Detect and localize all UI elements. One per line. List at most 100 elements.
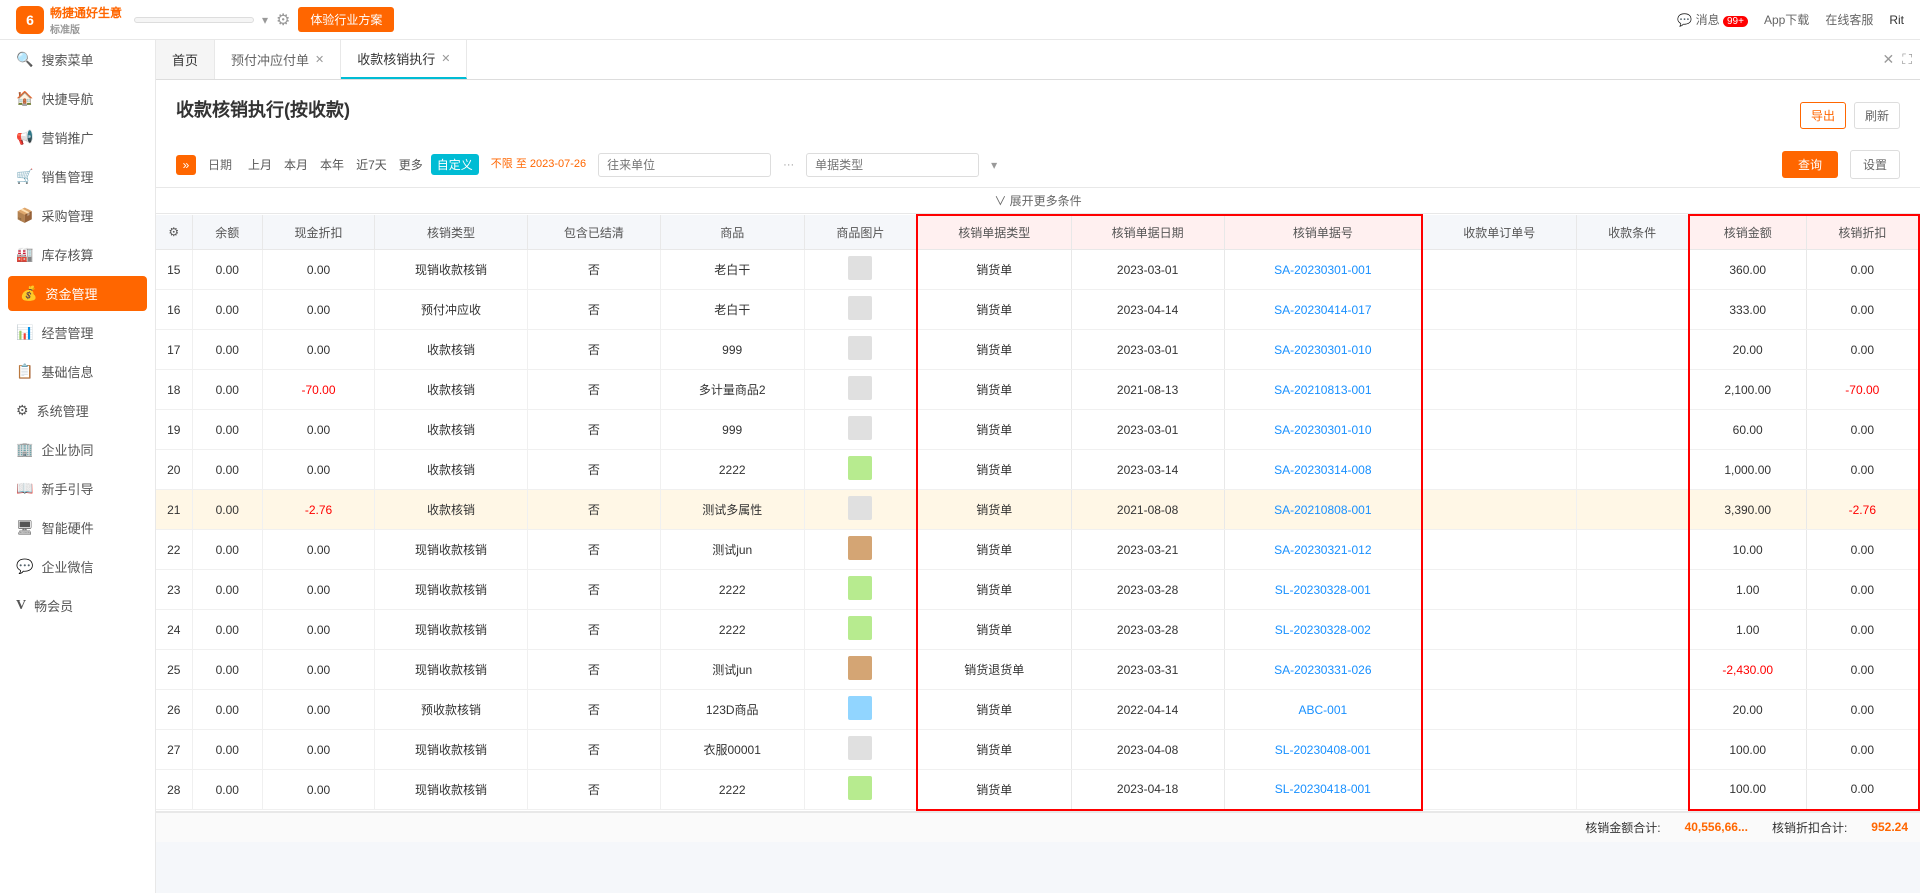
date-btn-more[interactable]: 更多	[395, 154, 427, 175]
tab-collection[interactable]: 收款核销执行 ✕	[341, 40, 467, 79]
cell-voucher-bill-no[interactable]: SL-20230418-001	[1224, 770, 1422, 810]
tab-collection-close[interactable]: ✕	[441, 52, 450, 65]
cell-voucher-bill-type: 销货单	[917, 570, 1071, 610]
cell-voucher-bill-no[interactable]: SA-20230331-026	[1224, 650, 1422, 690]
th-receipt-order-no: 收款单订单号	[1422, 215, 1576, 250]
voucher-bill-link[interactable]: SA-20230314-008	[1274, 463, 1371, 477]
sidebar-item-sales[interactable]: 🛒 销售管理	[0, 157, 155, 196]
dropdown-icon[interactable]: ▾	[262, 13, 268, 27]
sidebar-item-quick-nav[interactable]: 🏠 快捷导航	[0, 79, 155, 118]
cell-include-settled: 否	[528, 290, 661, 330]
tab-prepay-close[interactable]: ✕	[315, 53, 324, 66]
cell-verify-discount: 0.00	[1806, 410, 1919, 450]
sidebar-item-inventory[interactable]: 🏭 库存核算	[0, 235, 155, 274]
cell-voucher-bill-no[interactable]: SL-20230328-002	[1224, 610, 1422, 650]
message-area[interactable]: 💬 消息 99+	[1677, 11, 1748, 28]
date-btn-this-year[interactable]: 本年	[316, 154, 348, 175]
date-btn-custom[interactable]: 自定义	[431, 154, 479, 175]
voucher-bill-link[interactable]: ABC-001	[1298, 703, 1347, 717]
voucher-type-input[interactable]	[806, 153, 979, 177]
cell-voucher-bill-no[interactable]: SL-20230328-001	[1224, 570, 1422, 610]
sidebar-item-search[interactable]: 🔍 搜索菜单	[0, 40, 155, 79]
sidebar-item-guide[interactable]: 📖 新手引导	[0, 469, 155, 508]
cell-voucher-bill-no[interactable]: SA-20230321-012	[1224, 530, 1422, 570]
cell-voucher-bill-no[interactable]: ABC-001	[1224, 690, 1422, 730]
filter-more-dots: ···	[783, 159, 794, 171]
query-button[interactable]: 查询	[1782, 151, 1838, 178]
cell-voucher-bill-no[interactable]: SA-20230414-017	[1224, 290, 1422, 330]
partner-input[interactable]	[598, 153, 771, 177]
basic-info-icon: 📋	[16, 363, 33, 380]
tab-prepay[interactable]: 预付冲应付单 ✕	[215, 40, 341, 79]
logo-icon: 6	[16, 6, 44, 34]
cell-voucher-bill-no[interactable]: SA-20210813-001	[1224, 370, 1422, 410]
voucher-type-dropdown[interactable]: ▾	[991, 158, 997, 172]
sidebar-item-finance[interactable]: 💰 资金管理	[8, 276, 147, 311]
column-settings-icon[interactable]: ⚙	[168, 225, 179, 239]
cell-voucher-bill-type: 销货单	[917, 610, 1071, 650]
export-button[interactable]: 导出	[1800, 102, 1846, 129]
voucher-bill-link[interactable]: SL-20230328-002	[1275, 623, 1371, 637]
voucher-bill-link[interactable]: SA-20230331-026	[1274, 663, 1371, 677]
sidebar-item-smart-hw[interactable]: 🖥 智能硬件	[0, 508, 155, 547]
tab-bar-right: ✕ ⛶	[1874, 40, 1920, 79]
voucher-bill-link[interactable]: SA-20230414-017	[1274, 303, 1371, 317]
sidebar-item-purchase[interactable]: 📦 采购管理	[0, 196, 155, 235]
cell-voucher-bill-type: 销货单	[917, 290, 1071, 330]
voucher-bill-link[interactable]: SA-20230301-010	[1274, 343, 1371, 357]
th-balance: 余额	[192, 215, 263, 250]
cell-voucher-bill-date: 2023-04-08	[1071, 730, 1224, 770]
refresh-button[interactable]: 刷新	[1854, 102, 1900, 129]
voucher-bill-link[interactable]: SA-20230301-001	[1274, 263, 1371, 277]
cell-voucher-bill-no[interactable]: SA-20210808-001	[1224, 490, 1422, 530]
total-verify-amount: 40,556,66...	[1685, 820, 1748, 834]
expand-more-bar[interactable]: ∨ 展开更多条件	[156, 188, 1920, 214]
table-row: 28 0.00 0.00 现销收款核销 否 2222 销货单 2023-04-1…	[156, 770, 1919, 810]
sidebar-item-basic-info[interactable]: 📋 基础信息	[0, 352, 155, 391]
sidebar-item-member[interactable]: V 畅会员	[0, 586, 155, 625]
cell-voucher-bill-no[interactable]: SA-20230314-008	[1224, 450, 1422, 490]
cell-verify-discount: 0.00	[1806, 330, 1919, 370]
filter-settings-button[interactable]: 设置	[1850, 150, 1900, 179]
date-btn-this-month[interactable]: 本月	[280, 154, 312, 175]
voucher-bill-link[interactable]: SL-20230328-001	[1275, 583, 1371, 597]
online-service[interactable]: 在线客服	[1825, 11, 1873, 28]
app-download[interactable]: App下载	[1764, 11, 1809, 28]
voucher-bill-link[interactable]: SA-20210813-001	[1274, 383, 1371, 397]
tab-close-window-btn[interactable]: ✕	[1882, 51, 1894, 68]
date-btn-last-7days[interactable]: 近7天	[352, 154, 391, 175]
voucher-bill-link[interactable]: SL-20230408-001	[1275, 743, 1371, 757]
page-title: 收款核销执行(按收款)	[176, 96, 350, 122]
sidebar-item-marketing[interactable]: 📢 营销推广	[0, 118, 155, 157]
sidebar-item-operations[interactable]: 📊 经营管理	[0, 313, 155, 352]
tab-collection-label: 收款核销执行	[357, 49, 435, 68]
voucher-bill-link[interactable]: SA-20230321-012	[1274, 543, 1371, 557]
trial-button[interactable]: 体验行业方案	[298, 7, 394, 32]
settings-icon[interactable]: ⚙	[276, 10, 290, 30]
cell-verify-type: 收款核销	[374, 450, 527, 490]
voucher-bill-link[interactable]: SA-20230301-010	[1274, 423, 1371, 437]
cell-voucher-bill-no[interactable]: SA-20230301-001	[1224, 250, 1422, 290]
cell-voucher-bill-no[interactable]: SA-20230301-010	[1224, 330, 1422, 370]
sidebar-item-wechat[interactable]: 💬 企业微信	[0, 547, 155, 586]
cell-receipt-order-no	[1422, 290, 1576, 330]
sidebar-item-system[interactable]: ⚙ 系统管理	[0, 391, 155, 430]
cell-verify-type: 收款核销	[374, 330, 527, 370]
cell-no: 16	[156, 290, 192, 330]
cell-voucher-bill-no[interactable]: SA-20230301-010	[1224, 410, 1422, 450]
th-settings[interactable]: ⚙	[156, 215, 192, 250]
tab-maximize-btn[interactable]: ⛶	[1902, 51, 1912, 68]
filter-expand-button[interactable]: »	[176, 155, 196, 175]
voucher-bill-link[interactable]: SL-20230418-001	[1275, 782, 1371, 796]
sidebar-item-enterprise[interactable]: 🏢 企业协同	[0, 430, 155, 469]
date-btn-last-month[interactable]: 上月	[244, 154, 276, 175]
cell-product-img	[804, 770, 917, 810]
cell-include-settled: 否	[528, 250, 661, 290]
table-row: 21 0.00 -2.76 收款核销 否 测试多属性 销货单 2021-08-0…	[156, 490, 1919, 530]
cell-receipt-condition	[1576, 450, 1689, 490]
cell-include-settled: 否	[528, 770, 661, 810]
tab-home[interactable]: 首页	[156, 40, 215, 79]
cell-verify-amount: 60.00	[1689, 410, 1806, 450]
cell-voucher-bill-no[interactable]: SL-20230408-001	[1224, 730, 1422, 770]
voucher-bill-link[interactable]: SA-20210808-001	[1274, 503, 1371, 517]
